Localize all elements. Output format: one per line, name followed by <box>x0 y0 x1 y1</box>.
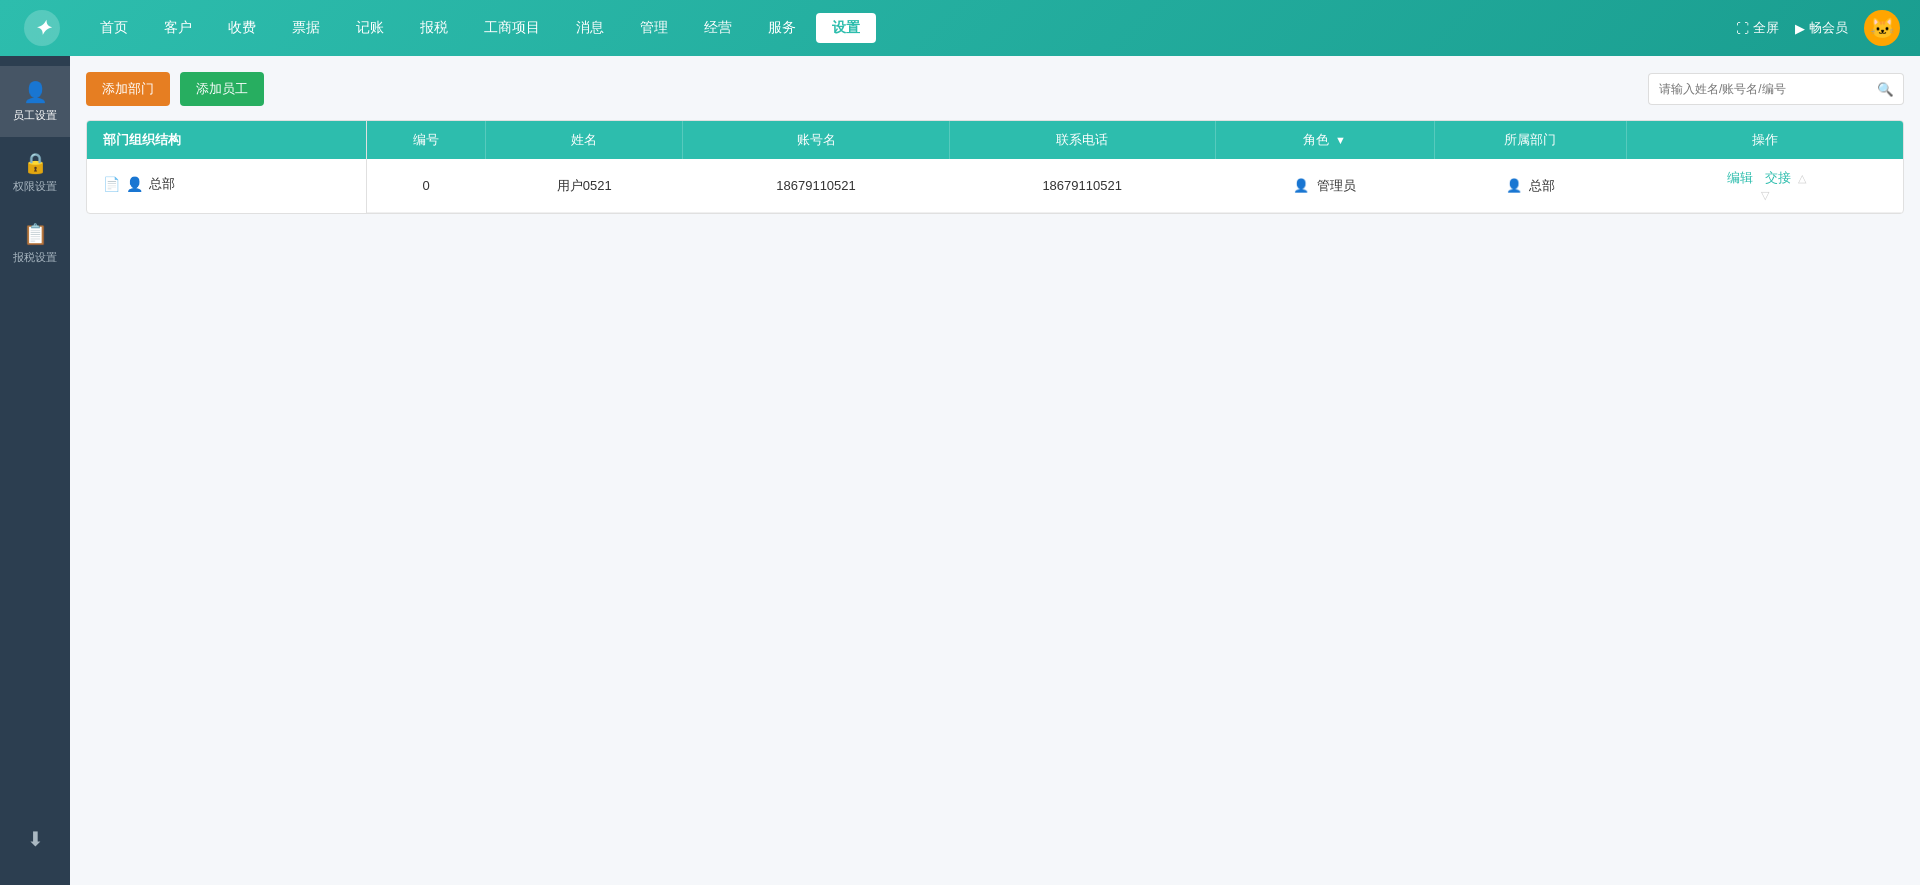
nav-item-tax[interactable]: 报税 <box>404 13 464 43</box>
add-dept-button[interactable]: 添加部门 <box>86 72 170 106</box>
sidebar-download-btn[interactable]: ⬇ <box>27 813 44 865</box>
logo: ✦ <box>10 10 74 46</box>
cell-action: 编辑 交接 △▽ <box>1626 159 1903 213</box>
sidebar: 👤 员工设置 🔒 权限设置 📋 报税设置 ⬇ <box>0 56 70 885</box>
membership-icon: ▶ <box>1795 21 1805 36</box>
edit-link[interactable]: 编辑 <box>1727 170 1753 185</box>
permissions-icon: 🔒 <box>23 151 48 175</box>
col-phone: 联系电话 <box>949 121 1215 159</box>
sidebar-item-taxsettings[interactable]: 📋 报税设置 <box>0 208 70 279</box>
cell-role: 👤 管理员 <box>1215 159 1434 213</box>
emp-panel: 编号 姓名 账号名 联系电话 角色 ▼ 所属部门 操作 0 <box>367 121 1903 213</box>
dept-tree: 📄 👤 总部 <box>87 159 366 209</box>
nav-item-home[interactable]: 首页 <box>84 13 144 43</box>
taxsettings-icon: 📋 <box>23 222 48 246</box>
cell-account: 18679110521 <box>683 159 949 213</box>
employee-table: 编号 姓名 账号名 联系电话 角色 ▼ 所属部门 操作 0 <box>367 121 1903 213</box>
dept-panel: 部门组织结构 📄 👤 总部 <box>87 121 367 213</box>
membership-label: 畅会员 <box>1809 19 1848 37</box>
download-icon: ⬇ <box>27 827 44 851</box>
cell-phone: 18679110521 <box>949 159 1215 213</box>
fullscreen-btn[interactable]: ⛶ 全屏 <box>1736 19 1779 37</box>
nav-right: ⛶ 全屏 ▶ 畅会员 🐱 <box>1736 10 1920 46</box>
sidebar-item-employee-label: 员工设置 <box>13 108 57 123</box>
table-row: 0 用户0521 18679110521 18679110521 👤 管理员 👤… <box>367 159 1903 213</box>
logo-icon: ✦ <box>24 10 60 46</box>
file-icon: 📄 <box>103 176 120 192</box>
sidebar-bottom: ⬇ <box>27 813 44 885</box>
col-dept: 所属部门 <box>1434 121 1626 159</box>
search-container: 🔍 <box>1648 73 1904 105</box>
dept-tree-item-label: 总部 <box>149 175 175 193</box>
transfer-link[interactable]: 交接 <box>1765 170 1791 185</box>
nav-item-manage[interactable]: 管理 <box>624 13 684 43</box>
employee-icon: 👤 <box>23 80 48 104</box>
membership-btn[interactable]: ▶ 畅会员 <box>1795 19 1848 37</box>
table-header: 编号 姓名 账号名 联系电话 角色 ▼ 所属部门 操作 <box>367 121 1903 159</box>
top-navigation: ✦ 首页 客户 收费 票据 记账 报税 工商项目 消息 管理 经营 服务 设置 … <box>0 0 1920 56</box>
table-header-row: 编号 姓名 账号名 联系电话 角色 ▼ 所属部门 操作 <box>367 121 1903 159</box>
cell-id: 0 <box>367 159 485 213</box>
dept-user-icon: 👤 <box>126 176 143 192</box>
role-icon: 👤 <box>1293 178 1309 193</box>
nav-item-message[interactable]: 消息 <box>560 13 620 43</box>
nav-item-bookkeeping[interactable]: 记账 <box>340 13 400 43</box>
toolbar: 添加部门 添加员工 🔍 <box>86 72 1904 106</box>
dept-panel-header: 部门组织结构 <box>87 121 366 159</box>
dept-cell-icon: 👤 <box>1506 178 1522 193</box>
nav-item-business[interactable]: 工商项目 <box>468 13 556 43</box>
nav-item-service[interactable]: 服务 <box>752 13 812 43</box>
main-content: 添加部门 添加员工 🔍 部门组织结构 📄 👤 总部 <box>70 56 1920 885</box>
fullscreen-label: 全屏 <box>1753 19 1779 37</box>
sidebar-item-taxsettings-label: 报税设置 <box>13 250 57 265</box>
nav-item-customer[interactable]: 客户 <box>148 13 208 43</box>
nav-item-operation[interactable]: 经营 <box>688 13 748 43</box>
search-icon: 🔍 <box>1877 82 1894 97</box>
nav-item-billing[interactable]: 收费 <box>212 13 272 43</box>
col-role: 角色 ▼ <box>1215 121 1434 159</box>
sidebar-item-permissions-label: 权限设置 <box>13 179 57 194</box>
cell-name: 用户0521 <box>485 159 683 213</box>
col-name: 姓名 <box>485 121 683 159</box>
sidebar-item-employee[interactable]: 👤 员工设置 <box>0 66 70 137</box>
nav-item-settings[interactable]: 设置 <box>816 13 876 43</box>
search-input[interactable] <box>1648 73 1868 105</box>
search-button[interactable]: 🔍 <box>1868 73 1904 105</box>
user-avatar[interactable]: 🐱 <box>1864 10 1900 46</box>
sidebar-item-permissions[interactable]: 🔒 权限设置 <box>0 137 70 208</box>
nav-items: 首页 客户 收费 票据 记账 报税 工商项目 消息 管理 经营 服务 设置 <box>84 13 1736 43</box>
role-filter-icon[interactable]: ▼ <box>1335 134 1346 146</box>
table-body: 0 用户0521 18679110521 18679110521 👤 管理员 👤… <box>367 159 1903 213</box>
content-area: 部门组织结构 📄 👤 总部 编号 姓名 账号名 联系电话 <box>86 120 1904 214</box>
dept-tree-item-general[interactable]: 📄 👤 总部 <box>87 167 366 201</box>
nav-item-invoice[interactable]: 票据 <box>276 13 336 43</box>
col-action: 操作 <box>1626 121 1903 159</box>
fullscreen-icon: ⛶ <box>1736 21 1749 36</box>
add-employee-button[interactable]: 添加员工 <box>180 72 264 106</box>
col-account: 账号名 <box>683 121 949 159</box>
col-id: 编号 <box>367 121 485 159</box>
cell-dept: 👤 总部 <box>1434 159 1626 213</box>
